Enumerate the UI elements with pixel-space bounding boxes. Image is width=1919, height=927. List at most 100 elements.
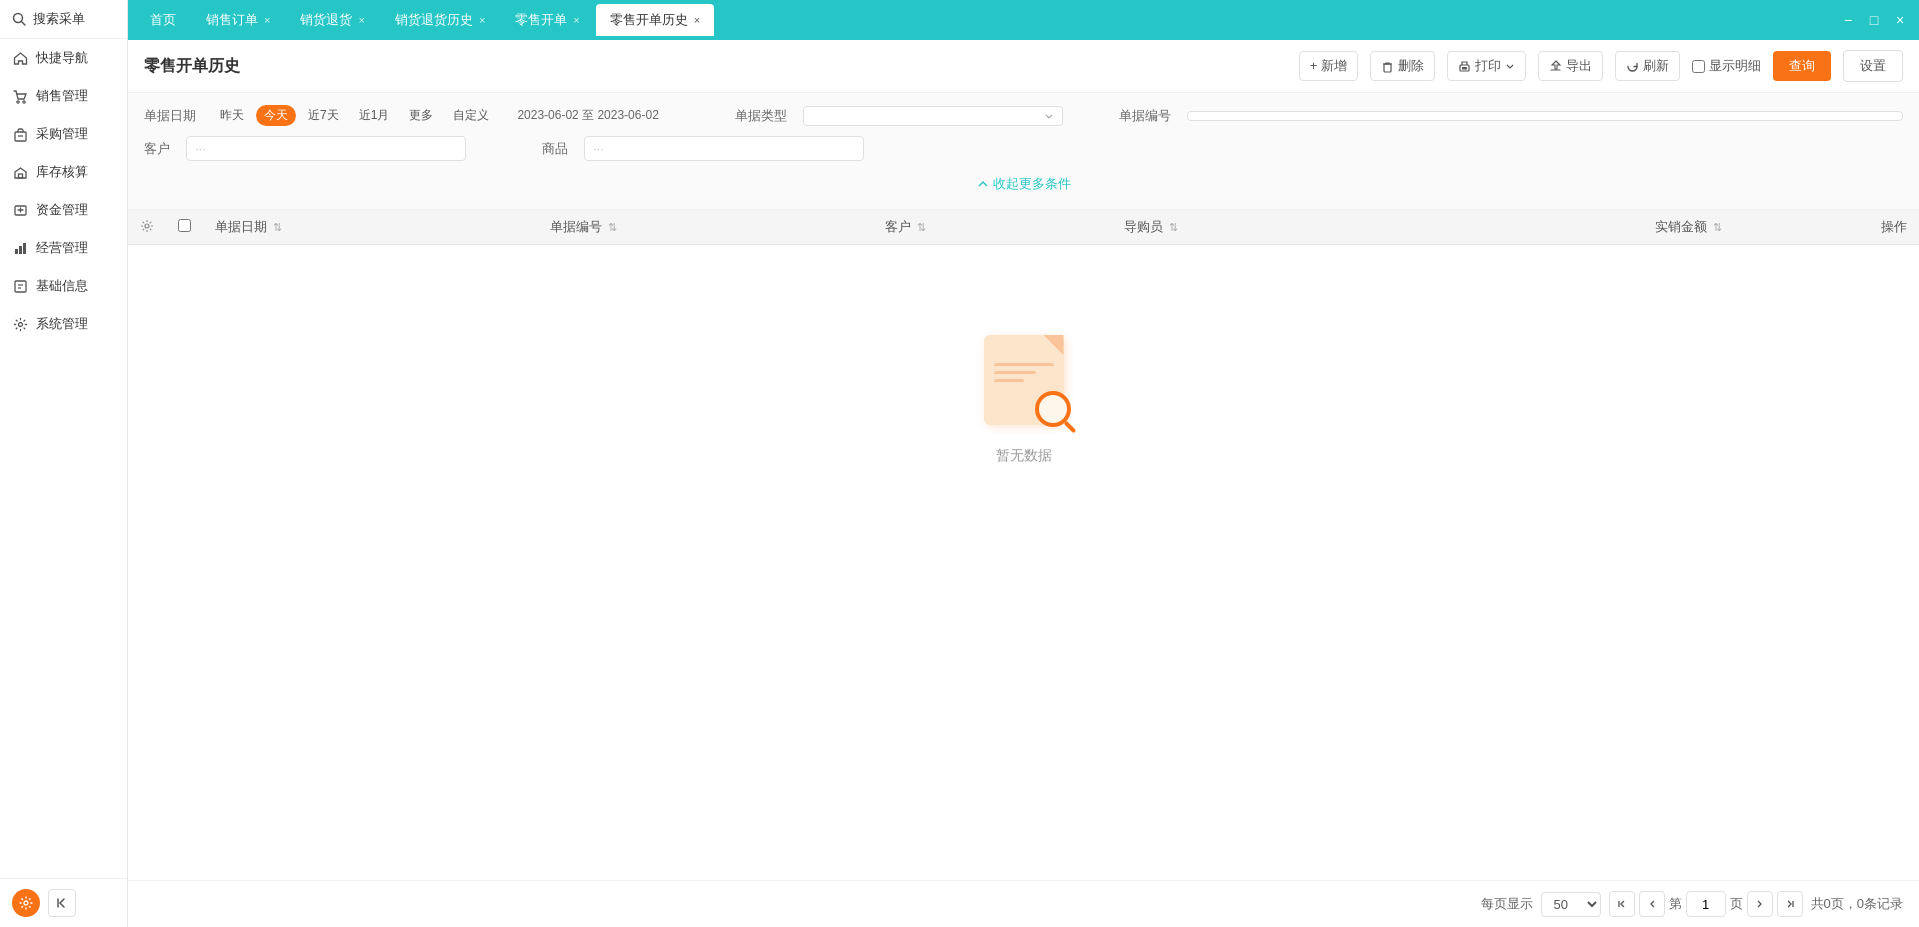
next-page-button[interactable] (1747, 891, 1773, 917)
gear-col-icon[interactable] (140, 219, 154, 233)
last-month-shortcut[interactable]: 近1月 (351, 105, 398, 126)
sidebar-item-label: 经营管理 (36, 239, 88, 257)
display-detail-checkbox[interactable] (1692, 60, 1705, 73)
refresh-button[interactable]: 刷新 (1615, 51, 1680, 81)
display-label: 显示明细 (1709, 57, 1761, 75)
chevron-down-icon (1505, 61, 1515, 71)
window-controls: − □ × (1837, 9, 1911, 31)
svg-line-1 (22, 21, 26, 25)
th-checkbox[interactable] (166, 210, 203, 245)
th-customer[interactable]: 客户 ⇅ (873, 210, 1112, 245)
tab-retail-open-history-close[interactable]: × (694, 14, 700, 26)
svg-rect-20 (1462, 67, 1467, 70)
th-date-label: 单据日期 (215, 219, 267, 234)
prev-page-button[interactable] (1639, 891, 1665, 917)
last7-shortcut[interactable]: 近7天 (300, 105, 347, 126)
collapse-sidebar-button[interactable] (48, 889, 76, 917)
add-button[interactable]: + 新增 (1299, 51, 1358, 81)
first-page-button[interactable] (1609, 891, 1635, 917)
number-filter-label: 单据编号 (1119, 107, 1171, 125)
settings-button[interactable] (12, 889, 40, 917)
sidebar-item-label: 销售管理 (36, 87, 88, 105)
sidebar-item-base-info[interactable]: 基础信息 (0, 267, 127, 305)
sidebar-item-label: 采购管理 (36, 125, 88, 143)
tab-bar: 首页 销售订单 × 销货退货 × 销货退货历史 × 零售开单 × 零售开单历史 … (128, 0, 1919, 40)
empty-text: 暂无数据 (996, 447, 1052, 465)
page-number-input[interactable] (1686, 891, 1726, 917)
th-number[interactable]: 单据编号 ⇅ (538, 210, 873, 245)
window-min-button[interactable]: − (1837, 9, 1859, 31)
tab-sales-order-close[interactable]: × (264, 14, 270, 26)
today-shortcut[interactable]: 今天 (256, 105, 296, 126)
tab-sales-return[interactable]: 销货退货 × (286, 4, 378, 36)
sort-guide-icon[interactable]: ⇅ (1169, 221, 1178, 233)
tab-sales-order[interactable]: 销售订单 × (192, 4, 284, 36)
tab-home[interactable]: 首页 (136, 4, 190, 36)
custom-shortcut[interactable]: 自定义 (445, 105, 497, 126)
query-label: 查询 (1789, 58, 1815, 73)
th-amount[interactable]: 实销金额 ⇅ (1399, 210, 1734, 245)
pagination: 每页显示 50 100 200 第 (128, 880, 1919, 927)
sort-number-icon[interactable]: ⇅ (608, 221, 617, 233)
tab-sales-return-history-close[interactable]: × (479, 14, 485, 26)
display-detail-toggle[interactable]: 显示明细 (1692, 57, 1761, 75)
th-amount-label: 实销金额 (1655, 219, 1707, 234)
sidebar-item-finance[interactable]: 资金管理 (0, 191, 127, 229)
export-button[interactable]: 导出 (1538, 51, 1603, 81)
sort-date-icon[interactable]: ⇅ (273, 221, 282, 233)
total-info: 共0页，0条记录 (1811, 895, 1903, 913)
empty-doc-lines (994, 363, 1054, 387)
page-size-select[interactable]: 50 100 200 (1541, 892, 1601, 917)
sidebar-item-inventory[interactable]: 库存核算 (0, 153, 127, 191)
window-max-button[interactable]: □ (1863, 9, 1885, 31)
tab-sales-return-close[interactable]: × (358, 14, 364, 26)
sort-customer-icon[interactable]: ⇅ (917, 221, 926, 233)
sort-amount-icon[interactable]: ⇅ (1713, 221, 1722, 233)
customer-filter-input[interactable]: ··· (186, 136, 466, 161)
tab-sales-order-label: 销售订单 (206, 11, 258, 29)
yesterday-shortcut[interactable]: 昨天 (212, 105, 252, 126)
type-filter-label: 单据类型 (735, 107, 787, 125)
more-shortcut[interactable]: 更多 (401, 105, 441, 126)
sidebar-search[interactable]: 搜索采单 (0, 0, 127, 39)
collapse-label: 收起更多条件 (993, 175, 1071, 193)
number-filter-input[interactable] (1187, 111, 1903, 121)
tab-retail-open[interactable]: 零售开单 × (501, 4, 593, 36)
settings-config-button[interactable]: 设置 (1843, 50, 1903, 82)
th-date[interactable]: 单据日期 ⇅ (203, 210, 538, 245)
add-label: + 新增 (1310, 57, 1347, 75)
query-button[interactable]: 查询 (1773, 51, 1831, 81)
page-suffix: 页 (1730, 895, 1743, 913)
tab-retail-open-history[interactable]: 零售开单历史 × (596, 4, 714, 36)
tab-retail-open-close[interactable]: × (573, 14, 579, 26)
print-label: 打印 (1475, 57, 1501, 75)
sidebar-item-purchase-mgmt[interactable]: 采购管理 (0, 115, 127, 153)
settings-icon (12, 316, 28, 332)
sidebar-bottom (0, 878, 127, 927)
sidebar-item-operations[interactable]: 经营管理 (0, 229, 127, 267)
collapse-filter-button[interactable]: 收起更多条件 (144, 171, 1903, 197)
svg-rect-17 (1384, 64, 1391, 72)
print-button[interactable]: 打印 (1447, 51, 1526, 81)
table-area: 单据日期 ⇅ 单据编号 ⇅ 客户 ⇅ 导购员 ⇅ (128, 210, 1919, 880)
th-settings[interactable] (128, 210, 166, 245)
last-page-button[interactable] (1777, 891, 1803, 917)
select-all-checkbox[interactable] (178, 219, 191, 232)
filter-row-customer: 客户 ··· 商品 ··· (144, 136, 1903, 161)
sidebar-item-sys-mgmt[interactable]: 系统管理 (0, 305, 127, 343)
product-filter-input[interactable]: ··· (584, 136, 864, 161)
finance-icon (12, 202, 28, 218)
th-guide[interactable]: 导购员 ⇅ (1112, 210, 1399, 245)
sidebar-item-sales-mgmt[interactable]: 销售管理 (0, 77, 127, 115)
tab-sales-return-history[interactable]: 销货退货历史 × (381, 4, 499, 36)
window-close-button[interactable]: × (1889, 9, 1911, 31)
delete-button[interactable]: 删除 (1370, 51, 1435, 81)
th-number-label: 单据编号 (550, 219, 602, 234)
type-filter-select[interactable] (803, 106, 1063, 126)
search-icon (12, 12, 27, 27)
sidebar-item-quick-nav[interactable]: 快捷导航 (0, 39, 127, 77)
per-page-label: 每页显示 (1481, 895, 1533, 913)
tab-retail-open-label: 零售开单 (515, 11, 567, 29)
date-filter-label: 单据日期 (144, 107, 196, 125)
delete-label: 删除 (1398, 57, 1424, 75)
